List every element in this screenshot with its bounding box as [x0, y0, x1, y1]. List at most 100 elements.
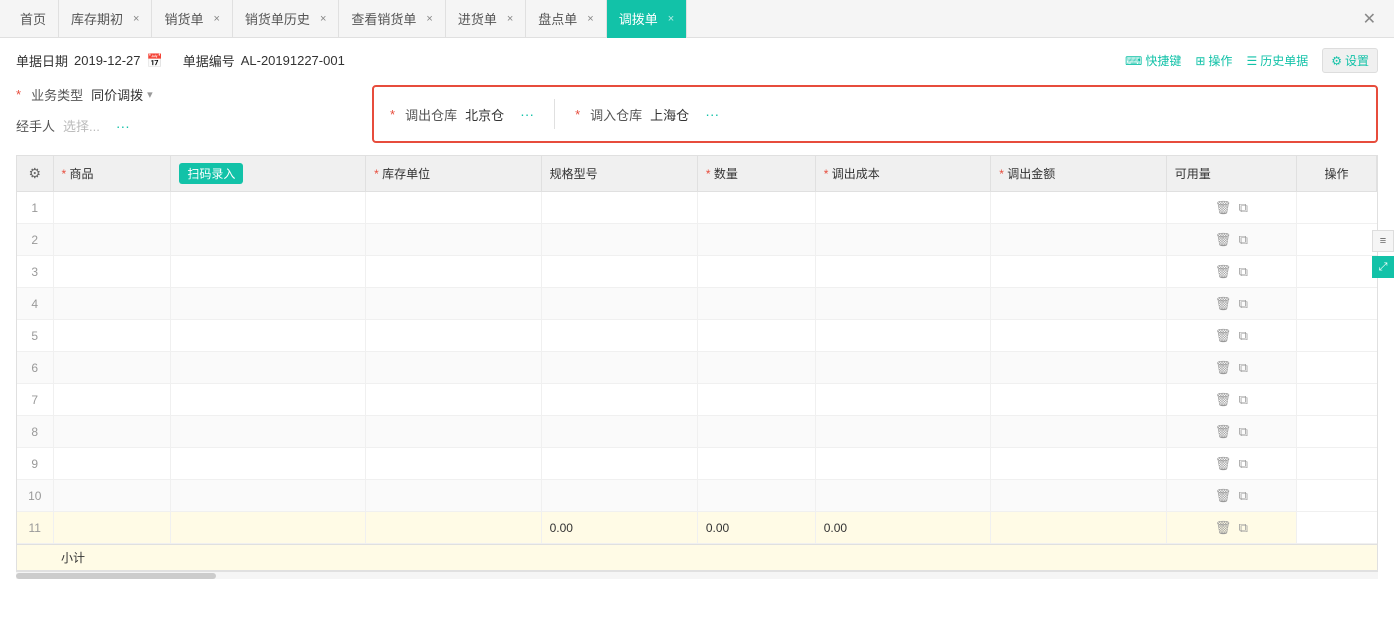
date-value[interactable]: 2019-12-27 [74, 53, 141, 68]
copy-icon[interactable]: ⧉ [1239, 424, 1248, 439]
transfer-in-value[interactable]: 上海仓 [650, 105, 689, 124]
transfer-out-value[interactable]: 北京仓 [465, 105, 504, 124]
table-settings-icon[interactable]: ⚙ [28, 165, 41, 181]
row-10-product[interactable] [53, 480, 171, 512]
delete-icon[interactable]: 🗑 [1215, 200, 1232, 215]
row-10-quantity[interactable] [541, 480, 697, 512]
handler-input[interactable]: 选择... [63, 116, 100, 135]
row-5-amount[interactable] [815, 320, 991, 352]
delete-icon[interactable]: 🗑 [1215, 456, 1232, 471]
row-5-cost[interactable] [697, 320, 815, 352]
business-type-select[interactable]: 同价调拨 ▾ [91, 85, 153, 104]
row-4-unit[interactable] [171, 288, 366, 320]
copy-icon[interactable]: ⧉ [1239, 328, 1248, 343]
transfer-out-more-icon[interactable]: ··· [520, 106, 534, 122]
tab-inventory-init-close[interactable]: × [133, 13, 139, 25]
delete-icon[interactable]: 🗑 [1215, 232, 1232, 247]
delete-icon[interactable]: 🗑 [1215, 296, 1232, 311]
right-list-btn[interactable]: ≡ [1372, 230, 1394, 252]
row-6-product[interactable] [53, 352, 171, 384]
copy-icon[interactable]: ⧉ [1239, 360, 1248, 375]
row-3-amount[interactable] [815, 256, 991, 288]
delete-icon[interactable]: 🗑 [1215, 264, 1232, 279]
copy-icon[interactable]: ⧉ [1239, 296, 1248, 311]
copy-icon[interactable]: ⧉ [1239, 232, 1248, 247]
row-9-spec[interactable] [366, 448, 542, 480]
row-6-quantity[interactable] [541, 352, 697, 384]
tab-sales-order[interactable]: 销货单 × [152, 0, 232, 38]
row-2-quantity[interactable] [541, 224, 697, 256]
tab-inventory-count-close[interactable]: × [587, 13, 593, 25]
scrollbar-thumb[interactable] [16, 573, 216, 579]
shortcuts-btn[interactable]: ⌨ 快捷键 [1125, 52, 1181, 69]
calendar-icon[interactable]: 📅 [147, 53, 163, 69]
delete-icon[interactable]: 🗑 [1215, 488, 1232, 503]
row-8-unit[interactable] [171, 416, 366, 448]
row-3-spec[interactable] [366, 256, 542, 288]
scan-button[interactable]: 扫码录入 [179, 163, 243, 184]
row-7-cost[interactable] [697, 384, 815, 416]
row-10-cost[interactable] [697, 480, 815, 512]
row-7-product[interactable] [53, 384, 171, 416]
delete-icon[interactable]: 🗑 [1215, 392, 1232, 407]
delete-icon[interactable]: 🗑 [1215, 360, 1232, 375]
row-8-amount[interactable] [815, 416, 991, 448]
row-1-amount[interactable] [815, 192, 991, 224]
row-5-spec[interactable] [366, 320, 542, 352]
row-1-unit[interactable] [171, 192, 366, 224]
row-1-spec[interactable] [366, 192, 542, 224]
tab-inventory-count[interactable]: 盘点单 × [526, 0, 606, 38]
row-6-amount[interactable] [815, 352, 991, 384]
delete-icon[interactable]: 🗑 [1215, 424, 1232, 439]
row-1-quantity[interactable] [541, 192, 697, 224]
row-6-spec[interactable] [366, 352, 542, 384]
row-7-quantity[interactable] [541, 384, 697, 416]
row-6-cost[interactable] [697, 352, 815, 384]
row-1-product[interactable] [53, 192, 171, 224]
row-8-quantity[interactable] [541, 416, 697, 448]
row-2-cost[interactable] [697, 224, 815, 256]
row-7-unit[interactable] [171, 384, 366, 416]
row-9-quantity[interactable] [541, 448, 697, 480]
handler-more-icon[interactable]: ··· [116, 118, 130, 134]
tab-view-sales-close[interactable]: × [426, 13, 432, 25]
row-2-unit[interactable] [171, 224, 366, 256]
copy-icon[interactable]: ⧉ [1239, 392, 1248, 407]
settings-button[interactable]: ⚙ 设置 [1322, 48, 1378, 73]
row-2-spec[interactable] [366, 224, 542, 256]
right-expand-btn[interactable]: ⤢ [1372, 256, 1394, 278]
operations-btn[interactable]: ⊞ 操作 [1195, 52, 1232, 69]
history-btn[interactable]: ☰ 历史单据 [1246, 52, 1308, 69]
tab-sales-history-close[interactable]: × [320, 13, 326, 25]
row-10-unit[interactable] [171, 480, 366, 512]
delete-icon[interactable]: 🗑 [1215, 520, 1232, 535]
row-2-product[interactable] [53, 224, 171, 256]
row-3-unit[interactable] [171, 256, 366, 288]
copy-icon[interactable]: ⧉ [1239, 264, 1248, 279]
row-3-cost[interactable] [697, 256, 815, 288]
copy-icon[interactable]: ⧉ [1239, 200, 1248, 215]
row-7-amount[interactable] [815, 384, 991, 416]
delete-icon[interactable]: 🗑 [1215, 328, 1232, 343]
row-9-product[interactable] [53, 448, 171, 480]
row-4-quantity[interactable] [541, 288, 697, 320]
row-4-amount[interactable] [815, 288, 991, 320]
row-4-spec[interactable] [366, 288, 542, 320]
tab-home[interactable]: 首页 [8, 0, 59, 38]
row-8-product[interactable] [53, 416, 171, 448]
tab-view-sales[interactable]: 查看销货单 × [339, 0, 445, 38]
row-10-spec[interactable] [366, 480, 542, 512]
horizontal-scrollbar[interactable] [16, 571, 1378, 579]
tab-transfer-order-close[interactable]: × [668, 13, 674, 25]
copy-icon[interactable]: ⧉ [1239, 488, 1248, 503]
row-2-amount[interactable] [815, 224, 991, 256]
tab-purchase-order[interactable]: 进货单 × [446, 0, 526, 38]
tab-transfer-order[interactable]: 调拨单 × [607, 0, 687, 38]
row-9-cost[interactable] [697, 448, 815, 480]
row-9-unit[interactable] [171, 448, 366, 480]
row-3-product[interactable] [53, 256, 171, 288]
tab-inventory-init[interactable]: 库存期初 × [59, 0, 152, 38]
row-5-product[interactable] [53, 320, 171, 352]
row-8-spec[interactable] [366, 416, 542, 448]
transfer-in-more-icon[interactable]: ··· [705, 106, 719, 122]
